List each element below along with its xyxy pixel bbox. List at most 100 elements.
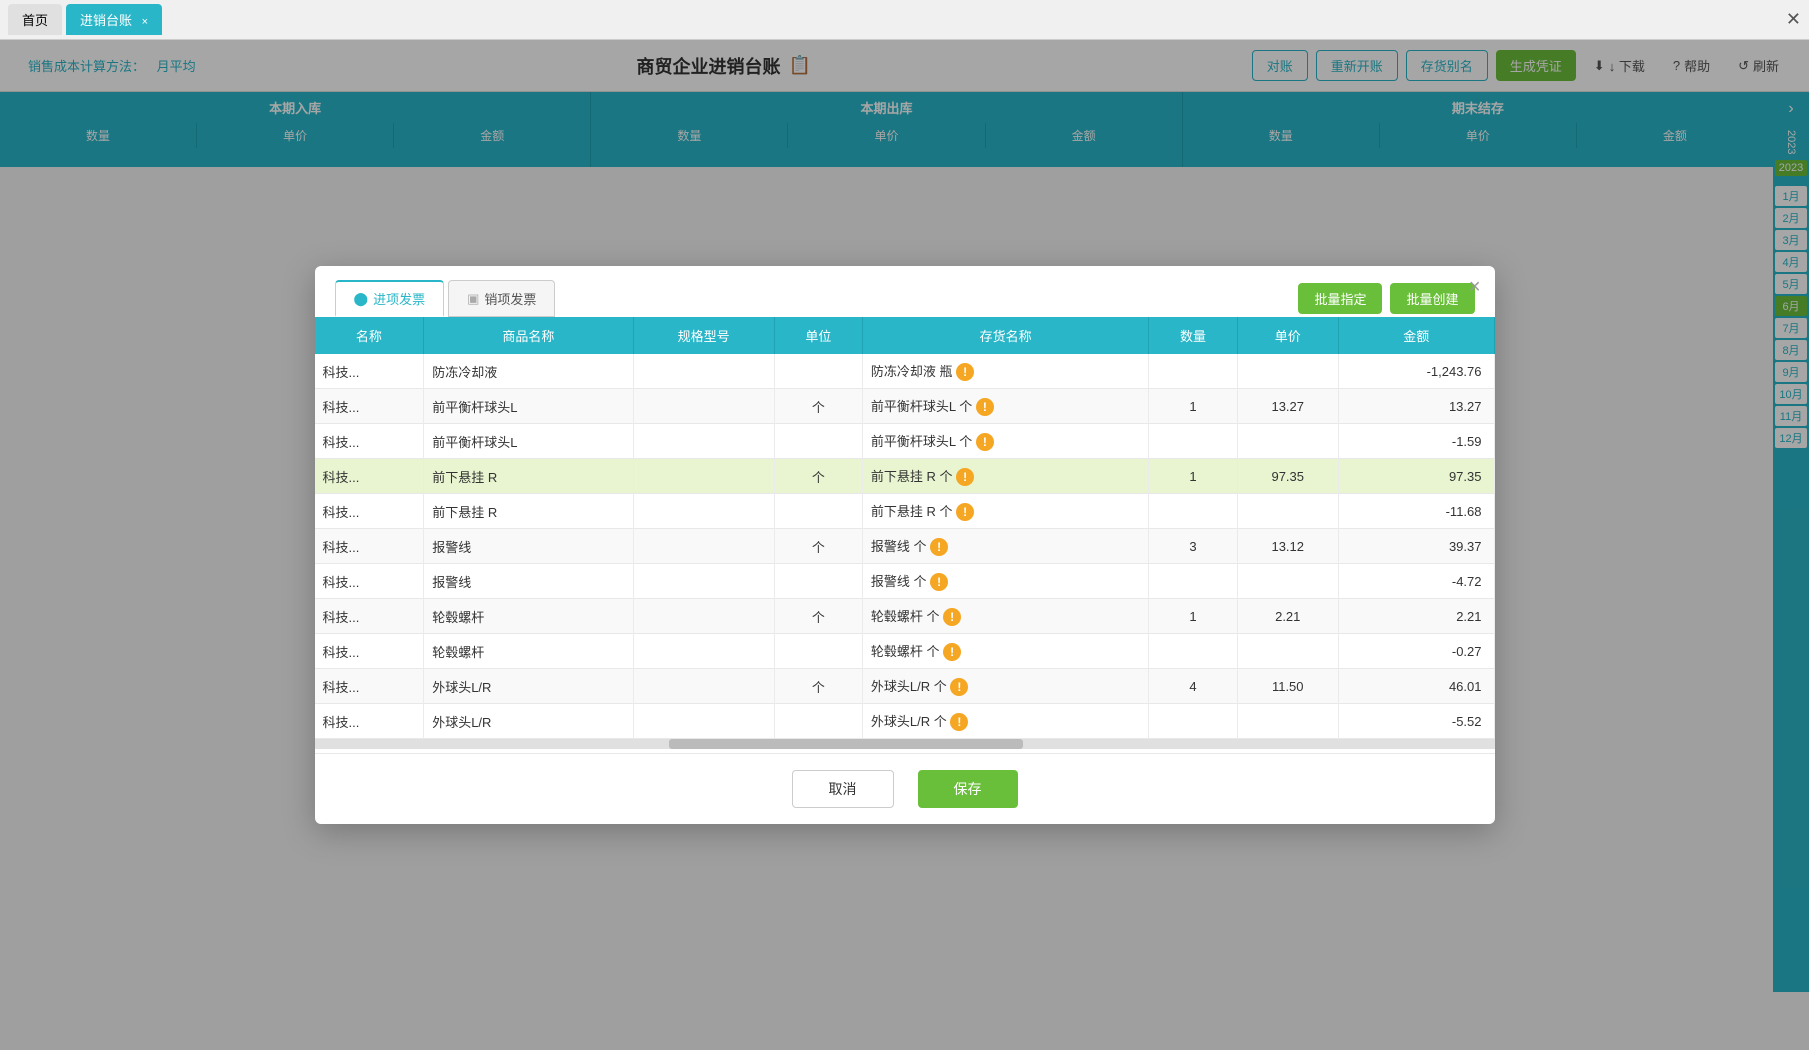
tab-incoming-invoice[interactable]: ⬤ 进项发票 [335, 280, 445, 317]
warning-icon[interactable]: ! [943, 643, 961, 661]
table-cell [774, 704, 862, 739]
col-quantity: 数量 [1149, 317, 1237, 354]
table-cell: 13.27 [1338, 389, 1494, 424]
table-cell [774, 634, 862, 669]
table-cell [1237, 424, 1338, 459]
table-cell [1237, 354, 1338, 389]
table-cell: 轮毂螺杆 [424, 634, 633, 669]
table-row: 科技...外球头L/R外球头L/R 个 !-5.52 [315, 704, 1495, 739]
warning-icon[interactable]: ! [956, 503, 974, 521]
table-cell [633, 529, 774, 564]
warning-icon[interactable]: ! [950, 713, 968, 731]
table-cell: 前平衡杆球头L [424, 424, 633, 459]
table-cell: 1 [1149, 459, 1237, 494]
table-cell: -1.59 [1338, 424, 1494, 459]
table-cell: 科技... [315, 424, 424, 459]
window-close-button[interactable]: ✕ [1786, 9, 1801, 30]
table-cell: 科技... [315, 529, 424, 564]
table-cell: 39.37 [1338, 529, 1494, 564]
table-cell [1149, 494, 1237, 529]
table-row: 科技...报警线报警线 个 !-4.72 [315, 564, 1495, 599]
table-cell [633, 424, 774, 459]
table-cell [633, 599, 774, 634]
warning-icon[interactable]: ! [976, 433, 994, 451]
table-row: 科技...前下悬挂 R前下悬挂 R 个 !-11.68 [315, 494, 1495, 529]
horizontal-scrollbar[interactable] [315, 739, 1495, 749]
active-tab[interactable]: 进销台账 × [66, 4, 162, 35]
table-cell: 前下悬挂 R [424, 459, 633, 494]
col-product: 商品名称 [424, 317, 633, 354]
table-cell: 3 [1149, 529, 1237, 564]
table-cell: 个 [774, 529, 862, 564]
table-header-row: 名称 商品名称 规格型号 单位 存货名称 数量 单价 金额 [315, 317, 1495, 354]
table-cell: -5.52 [1338, 704, 1494, 739]
incoming-invoice-icon: ⬤ [354, 291, 369, 307]
table-cell: 科技... [315, 459, 424, 494]
warning-icon[interactable]: ! [956, 468, 974, 486]
table-row: 科技...轮毂螺杆个轮毂螺杆 个 !12.212.21 [315, 599, 1495, 634]
table-cell: 13.12 [1237, 529, 1338, 564]
table-cell: 报警线 [424, 529, 633, 564]
table-cell: 外球头L/R [424, 704, 633, 739]
table-cell: 4 [1149, 669, 1237, 704]
table-cell: 个 [774, 459, 862, 494]
dialog-overlay: ⬤ 进项发票 ▣ 销项发票 批量指定 批量创建 × [0, 40, 1809, 1050]
cancel-button[interactable]: 取消 [792, 770, 894, 808]
top-bar: 首页 进销台账 × ✕ [0, 0, 1809, 40]
table-row: 科技...轮毂螺杆轮毂螺杆 个 !-0.27 [315, 634, 1495, 669]
warning-icon[interactable]: ! [930, 538, 948, 556]
table-cell: -0.27 [1338, 634, 1494, 669]
main-content: 销售成本计算方法： 月平均 商贸企业进销台账 📋 对账 重新开账 存货别名 生成… [0, 40, 1809, 1050]
table-cell: 2.21 [1338, 599, 1494, 634]
warning-icon[interactable]: ! [976, 398, 994, 416]
home-tab[interactable]: 首页 [8, 4, 62, 35]
table-cell: 2.21 [1237, 599, 1338, 634]
dialog-close-button[interactable]: × [1469, 276, 1481, 299]
table-cell [774, 564, 862, 599]
table-row: 科技...外球头L/R个外球头L/R 个 !411.5046.01 [315, 669, 1495, 704]
table-cell [633, 459, 774, 494]
warning-icon[interactable]: ! [943, 608, 961, 626]
dialog-footer: 取消 保存 [315, 753, 1495, 824]
table-cell [1237, 704, 1338, 739]
table-cell: 46.01 [1338, 669, 1494, 704]
dialog-header: ⬤ 进项发票 ▣ 销项发票 批量指定 批量创建 [315, 266, 1495, 317]
table-cell [1149, 354, 1237, 389]
batch-create-button[interactable]: 批量创建 [1390, 283, 1474, 314]
warning-icon[interactable]: ! [956, 363, 974, 381]
warning-icon[interactable]: ! [930, 573, 948, 591]
table-cell: 个 [774, 599, 862, 634]
table-cell [1237, 494, 1338, 529]
dialog-table-wrap[interactable]: 名称 商品名称 规格型号 单位 存货名称 数量 单价 金额 科技... [315, 317, 1495, 739]
table-cell [633, 669, 774, 704]
table-cell: 科技... [315, 494, 424, 529]
table-cell [774, 494, 862, 529]
invoice-table: 名称 商品名称 规格型号 单位 存货名称 数量 单价 金额 科技... [315, 317, 1495, 739]
batch-assign-button[interactable]: 批量指定 [1298, 283, 1382, 314]
table-cell [633, 494, 774, 529]
scrollbar-thumb[interactable] [669, 739, 1023, 749]
table-cell: 前下悬挂 R 个 ! [862, 494, 1149, 529]
table-cell: 前平衡杆球头L 个 ! [862, 389, 1149, 424]
table-cell: 科技... [315, 634, 424, 669]
table-cell [1237, 634, 1338, 669]
table-cell: -4.72 [1338, 564, 1494, 599]
table-cell: 轮毂螺杆 个 ! [862, 599, 1149, 634]
table-cell: 前平衡杆球头L 个 ! [862, 424, 1149, 459]
table-cell: 报警线 个 ! [862, 529, 1149, 564]
table-cell: 轮毂螺杆 [424, 599, 633, 634]
table-cell: 前平衡杆球头L [424, 389, 633, 424]
table-cell: 防冻冷却液 瓶 ! [862, 354, 1149, 389]
tab-close-icon[interactable]: × [142, 16, 148, 28]
col-amount: 金额 [1338, 317, 1494, 354]
table-cell: 防冻冷却液 [424, 354, 633, 389]
save-button[interactable]: 保存 [918, 770, 1018, 808]
warning-icon[interactable]: ! [950, 678, 968, 696]
tab-outgoing-invoice[interactable]: ▣ 销项发票 [448, 280, 555, 317]
table-cell [1149, 634, 1237, 669]
table-cell: 外球头L/R [424, 669, 633, 704]
dialog-header-buttons: 批量指定 批量创建 [1298, 283, 1474, 314]
table-cell: 1 [1149, 389, 1237, 424]
table-row: 科技...前平衡杆球头L个前平衡杆球头L 个 !113.2713.27 [315, 389, 1495, 424]
outgoing-invoice-icon: ▣ [467, 291, 479, 307]
